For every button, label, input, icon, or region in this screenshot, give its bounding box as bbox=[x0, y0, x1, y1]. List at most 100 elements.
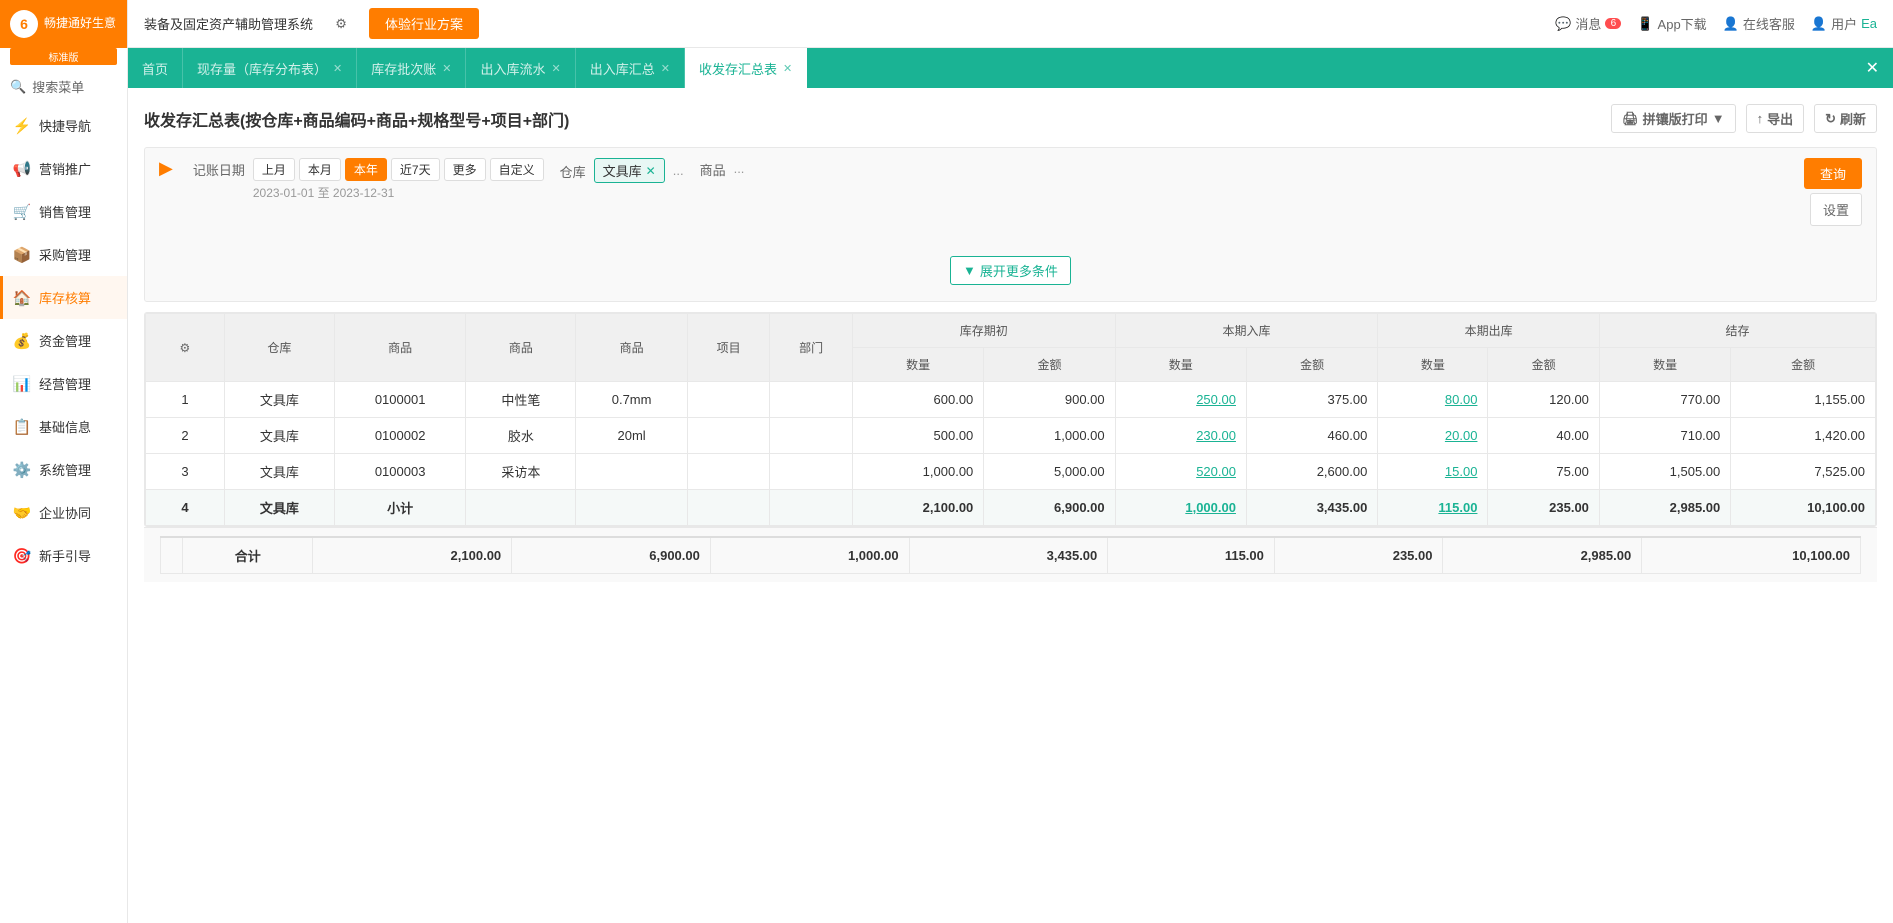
sidebar-item-sales[interactable]: 🛒 销售管理 bbox=[0, 190, 127, 233]
total-in-qty: 1,000.00 bbox=[710, 537, 909, 574]
subtotal-out-qty-link[interactable]: 115.00 bbox=[1438, 500, 1477, 515]
date-btn-last-month[interactable]: 上月 bbox=[253, 158, 295, 181]
in-qty-link-2[interactable]: 230.00 bbox=[1196, 428, 1236, 443]
col-project-header: 项目 bbox=[687, 314, 770, 382]
top-bar-left: 装备及固定资产辅助管理系统 ⚙ 体验行业方案 bbox=[144, 8, 479, 40]
tab-stock-dist-close[interactable]: ✕ bbox=[333, 62, 342, 75]
sidebar-item-basic[interactable]: 📋 基础信息 bbox=[0, 405, 127, 448]
message-badge: 6 bbox=[1605, 18, 1621, 29]
sidebar-item-purchase[interactable]: 📦 采购管理 bbox=[0, 233, 127, 276]
in-qty-link-1[interactable]: 250.00 bbox=[1196, 392, 1236, 407]
goods-filter-group: 商品 ... bbox=[700, 158, 745, 179]
cell-warehouse-2: 文具库 bbox=[224, 418, 334, 454]
total-bal-qty: 2,985.00 bbox=[1443, 537, 1642, 574]
tab-summary-close[interactable]: ✕ bbox=[661, 62, 670, 75]
sidebar-item-operation[interactable]: 📊 经营管理 bbox=[0, 362, 127, 405]
cell-bal-amt-1: 1,155.00 bbox=[1731, 382, 1876, 418]
tab-stock-dist[interactable]: 现存量（库存分布表） ✕ bbox=[183, 48, 357, 88]
warehouse-tag-close-icon[interactable]: ✕ bbox=[646, 164, 656, 178]
sidebar-item-guide[interactable]: 🎯 新手引导 bbox=[0, 534, 127, 577]
total-in-amt: 3,435.00 bbox=[909, 537, 1108, 574]
sidebar-item-label: 快捷导航 bbox=[39, 116, 91, 135]
col-in-amt-header: 金额 bbox=[1246, 348, 1377, 382]
date-btn-7days[interactable]: 近7天 bbox=[391, 158, 440, 181]
query-button[interactable]: 查询 bbox=[1804, 158, 1862, 189]
settings-button[interactable]: 设置 bbox=[1810, 193, 1862, 226]
tab-recv-send[interactable]: 收发存汇总表 ✕ bbox=[685, 48, 807, 88]
cell-in-qty-2[interactable]: 230.00 bbox=[1115, 418, 1246, 454]
cell-code-2: 0100002 bbox=[334, 418, 465, 454]
sidebar-item-company[interactable]: 🤝 企业协同 bbox=[0, 491, 127, 534]
print-button[interactable]: 🖨 拼镶版打印 ▼ bbox=[1611, 104, 1735, 133]
cell-spec-2: 20ml bbox=[576, 418, 687, 454]
app-download-button[interactable]: 📱 App下载 bbox=[1637, 14, 1706, 33]
online-service-button[interactable]: 👤 在线客服 bbox=[1723, 14, 1795, 33]
cell-subtotal-out-qty[interactable]: 115.00 bbox=[1378, 490, 1488, 526]
sidebar-item-inventory[interactable]: 🏠 库存核算 bbox=[0, 276, 127, 319]
cell-subtotal-empty4 bbox=[770, 490, 853, 526]
in-qty-link-3[interactable]: 520.00 bbox=[1196, 464, 1236, 479]
page-actions: 🖨 拼镶版打印 ▼ ↑ 导出 ↻ 刷新 bbox=[1611, 104, 1877, 133]
warehouse-more-button[interactable]: ... bbox=[673, 163, 684, 178]
tab-bar: 首页 现存量（库存分布表） ✕ 库存批次账 ✕ 出入库流水 ✕ 出入库汇总 ✕ … bbox=[128, 48, 1893, 88]
cell-project-1 bbox=[687, 382, 770, 418]
sidebar-search-item[interactable]: 🔍 搜索菜单 bbox=[0, 69, 127, 104]
date-btn-more[interactable]: 更多 bbox=[444, 158, 486, 181]
quick-nav-icon: ⚡ bbox=[13, 117, 31, 135]
cell-in-qty-3[interactable]: 520.00 bbox=[1115, 454, 1246, 490]
cell-subtotal-label: 小计 bbox=[334, 490, 465, 526]
print-label: 拼镶版打印 bbox=[1643, 109, 1708, 128]
tab-flow[interactable]: 出入库流水 ✕ bbox=[466, 48, 575, 88]
table-settings-icon[interactable]: ⚙ bbox=[174, 337, 196, 359]
sidebar-item-marketing[interactable]: 📢 营销推广 bbox=[0, 147, 127, 190]
subtotal-in-qty-link[interactable]: 1,000.00 bbox=[1185, 500, 1236, 515]
date-btn-this-month[interactable]: 本月 bbox=[299, 158, 341, 181]
sidebar-item-system[interactable]: ⚙️ 系统管理 bbox=[0, 448, 127, 491]
cell-open-qty-1: 600.00 bbox=[852, 382, 983, 418]
tab-recv-send-close[interactable]: ✕ bbox=[783, 62, 792, 75]
col-goods-name-header: 商品 bbox=[466, 314, 576, 382]
date-btn-custom[interactable]: 自定义 bbox=[490, 158, 544, 181]
download-icon: 📱 bbox=[1637, 16, 1653, 32]
col-out-qty-header: 数量 bbox=[1378, 348, 1488, 382]
cell-subtotal-in-qty[interactable]: 1,000.00 bbox=[1115, 490, 1246, 526]
main-content: 装备及固定资产辅助管理系统 ⚙ 体验行业方案 💬 消息 6 📱 App下载 👤 … bbox=[128, 0, 1893, 923]
out-qty-link-2[interactable]: 20.00 bbox=[1445, 428, 1478, 443]
filter-arrow-icon[interactable]: ▶ bbox=[159, 158, 173, 179]
tab-summary[interactable]: 出入库汇总 ✕ bbox=[576, 48, 685, 88]
message-button[interactable]: 💬 消息 6 bbox=[1555, 14, 1621, 33]
warehouse-tag[interactable]: 文具库 ✕ bbox=[594, 158, 665, 183]
cell-in-qty-1[interactable]: 250.00 bbox=[1115, 382, 1246, 418]
cell-spec-1: 0.7mm bbox=[576, 382, 687, 418]
col-settings-header[interactable]: ⚙ bbox=[146, 314, 225, 382]
cell-seq-1: 1 bbox=[146, 382, 225, 418]
cell-warehouse-3: 文具库 bbox=[224, 454, 334, 490]
tab-bar-close-button[interactable]: ✕ bbox=[1852, 58, 1893, 78]
goods-more-button[interactable]: ... bbox=[734, 161, 745, 176]
sidebar-item-finance[interactable]: 💰 资金管理 bbox=[0, 319, 127, 362]
total-bal-amt: 10,100.00 bbox=[1642, 537, 1861, 574]
export-button[interactable]: ↑ 导出 bbox=[1746, 104, 1805, 133]
refresh-button[interactable]: ↻ 刷新 bbox=[1814, 104, 1877, 133]
tab-batch-close[interactable]: ✕ bbox=[442, 62, 451, 75]
tab-flow-close[interactable]: ✕ bbox=[552, 62, 561, 75]
tab-batch[interactable]: 库存批次账 ✕ bbox=[357, 48, 466, 88]
tab-home[interactable]: 首页 bbox=[128, 48, 183, 88]
cell-out-qty-2[interactable]: 20.00 bbox=[1378, 418, 1488, 454]
experience-button[interactable]: 体验行业方案 bbox=[369, 8, 479, 39]
cell-subtotal-bal-amt: 10,100.00 bbox=[1731, 490, 1876, 526]
user-button[interactable]: 👤 用户 Ea bbox=[1811, 14, 1877, 33]
system-name: 装备及固定资产辅助管理系统 bbox=[144, 14, 313, 33]
system-settings-button[interactable]: ⚙ bbox=[325, 8, 357, 40]
sidebar-item-quick-nav[interactable]: ⚡ 快捷导航 bbox=[0, 104, 127, 147]
out-qty-link-1[interactable]: 80.00 bbox=[1445, 392, 1478, 407]
col-in-qty-header: 数量 bbox=[1115, 348, 1246, 382]
cell-out-qty-1[interactable]: 80.00 bbox=[1378, 382, 1488, 418]
marketing-icon: 📢 bbox=[13, 160, 31, 178]
expand-more-button[interactable]: ▼ 展开更多条件 bbox=[950, 256, 1071, 285]
date-btn-this-year[interactable]: 本年 bbox=[345, 158, 387, 181]
sidebar-item-label: 基础信息 bbox=[39, 417, 91, 436]
tab-home-label: 首页 bbox=[142, 59, 168, 78]
out-qty-link-3[interactable]: 15.00 bbox=[1445, 464, 1478, 479]
cell-out-qty-3[interactable]: 15.00 bbox=[1378, 454, 1488, 490]
